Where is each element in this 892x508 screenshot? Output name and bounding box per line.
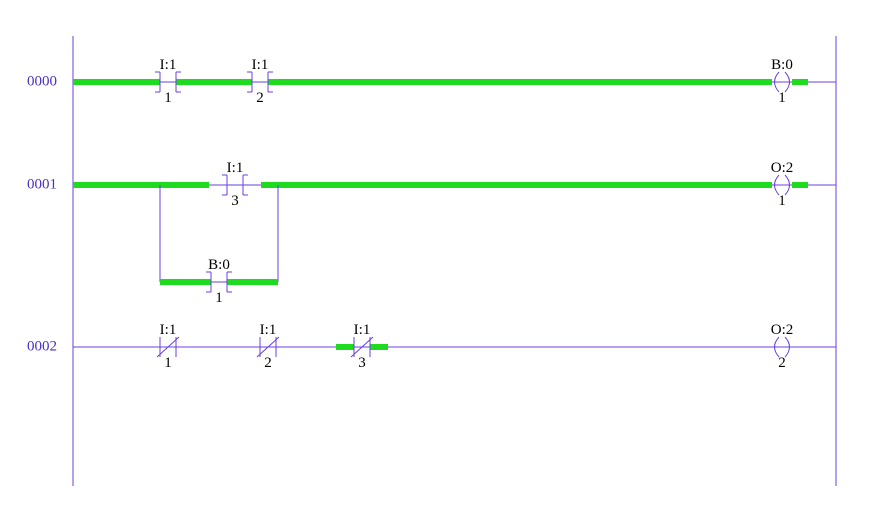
contact-tag: I:1 [227, 160, 244, 177]
contact-sub: 2 [256, 90, 264, 107]
contact-tag: I:1 [354, 322, 371, 339]
contact-sub: 3 [231, 193, 239, 210]
coil-sub: 2 [778, 355, 786, 372]
contact-tag: I:1 [252, 57, 269, 74]
coil-sub: 1 [778, 90, 786, 107]
contact-sub: 1 [215, 290, 223, 307]
contact-sub: 1 [164, 355, 172, 372]
rung-number: 0000 [27, 74, 57, 91]
contact-sub: 3 [358, 355, 366, 372]
coil-tag: O:2 [771, 160, 794, 177]
contact-tag: I:1 [160, 322, 177, 339]
contact-tag: B:0 [208, 257, 230, 274]
contact-tag: I:1 [260, 322, 277, 339]
ladder-diagram [0, 0, 892, 508]
contact-sub: 2 [264, 355, 272, 372]
rung-number: 0002 [27, 339, 57, 356]
coil-tag: B:0 [771, 57, 793, 74]
coil-tag: O:2 [771, 322, 794, 339]
coil-sub: 1 [778, 193, 786, 210]
contact-sub: 1 [164, 90, 172, 107]
rung-number: 0001 [27, 177, 57, 194]
contact-tag: I:1 [160, 57, 177, 74]
